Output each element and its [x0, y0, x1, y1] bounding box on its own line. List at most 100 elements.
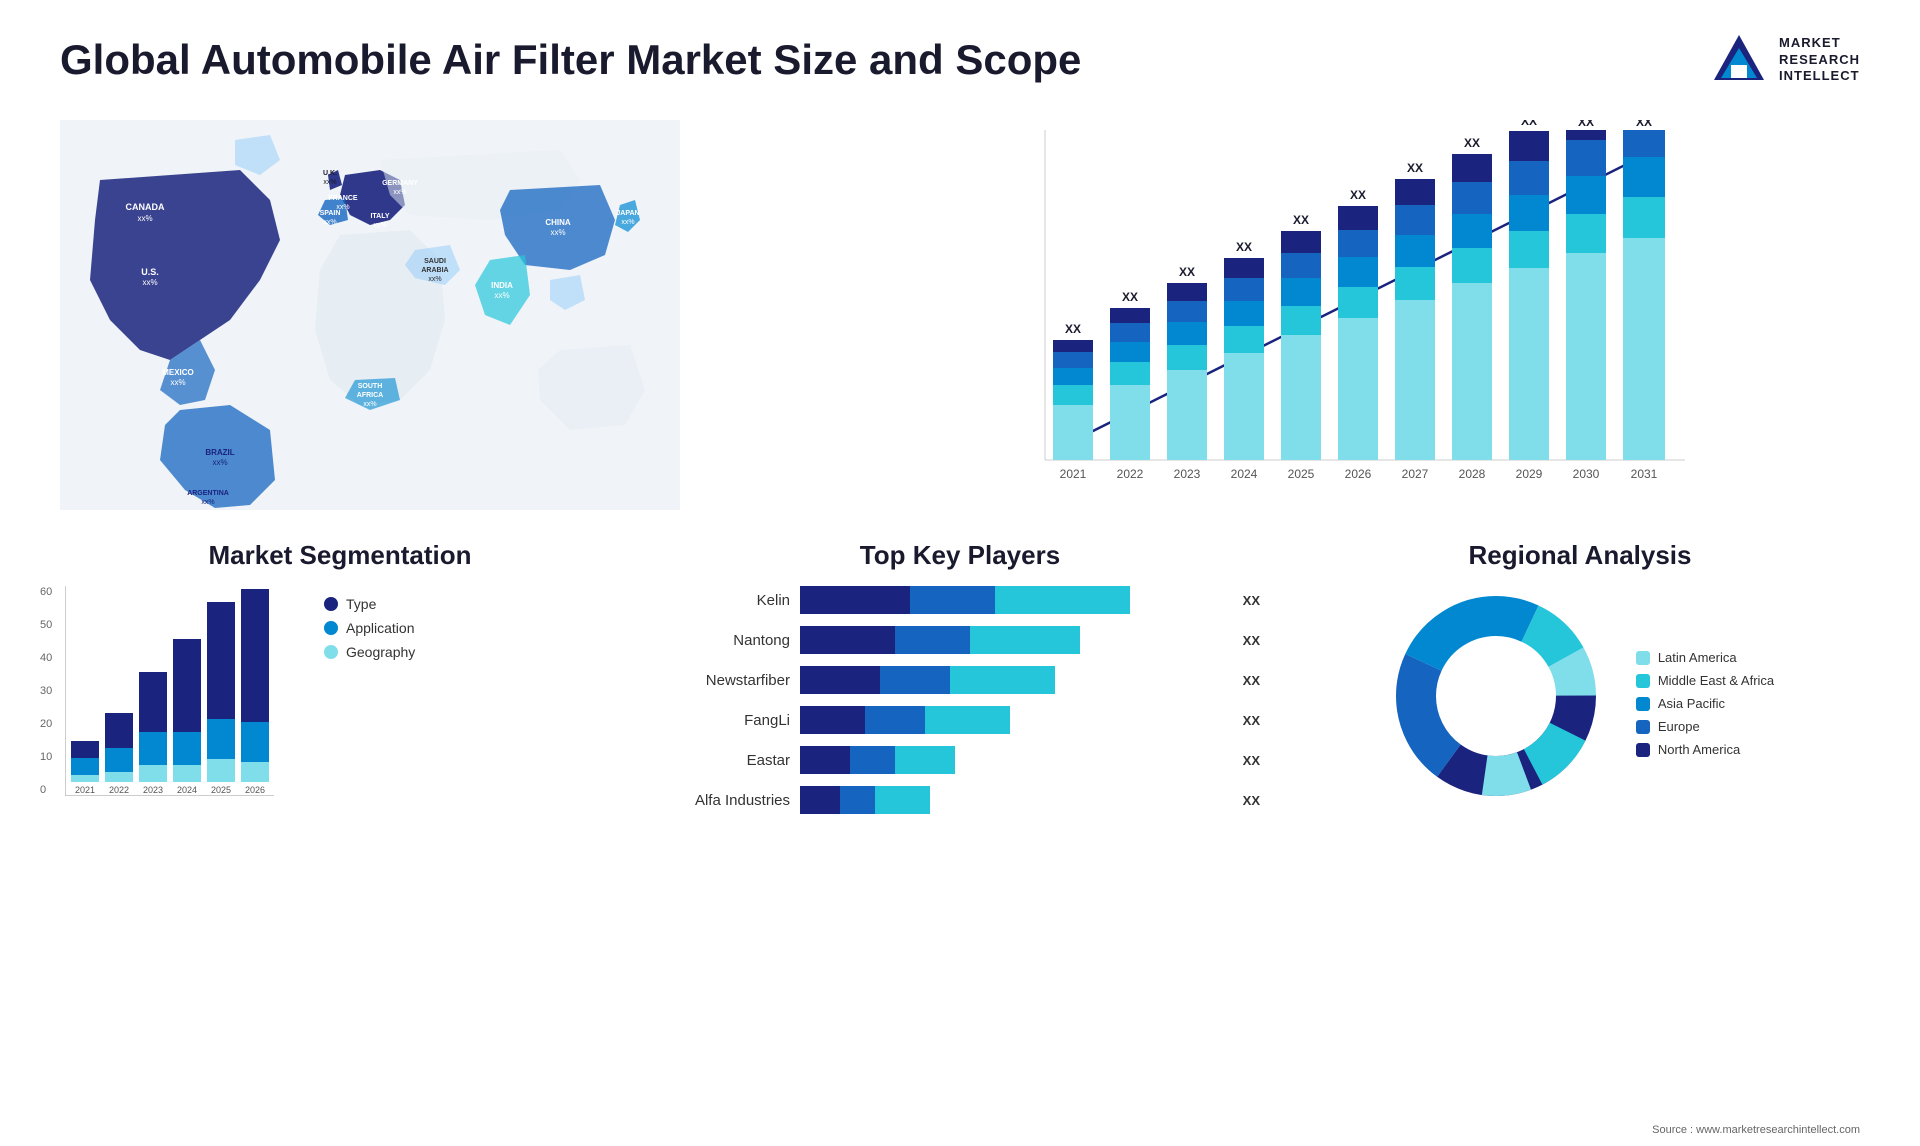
- player-row-fangli: FangLi XX: [660, 706, 1260, 734]
- alfa-bar-mid: [840, 786, 875, 814]
- legend-geography: Geography: [324, 644, 415, 660]
- alfa-bar-dark: [800, 786, 840, 814]
- svg-text:xx%: xx%: [142, 278, 157, 287]
- svg-text:XX: XX: [1350, 188, 1366, 202]
- svg-text:2023: 2023: [1174, 467, 1201, 481]
- svg-text:2021: 2021: [1060, 467, 1087, 481]
- svg-text:FRANCE: FRANCE: [328, 195, 357, 202]
- svg-text:xx%: xx%: [621, 219, 634, 226]
- kelin-bar-dark: [800, 586, 910, 614]
- header: Global Automobile Air Filter Market Size…: [0, 0, 1920, 110]
- seg-legend: Type Application Geography: [324, 596, 415, 796]
- svg-text:xx%: xx%: [212, 458, 227, 467]
- svg-text:xx%: xx%: [201, 499, 214, 506]
- newstar-bar-light: [950, 666, 1055, 694]
- svg-text:XX: XX: [1065, 322, 1081, 336]
- eastar-value: XX: [1243, 753, 1260, 768]
- player-row-newstarfiber: Newstarfiber XX: [660, 666, 1260, 694]
- svg-text:AFRICA: AFRICA: [357, 392, 383, 399]
- fangli-value: XX: [1243, 713, 1260, 728]
- svg-text:xx%: xx%: [393, 189, 406, 196]
- kelin-bar-light: [995, 586, 1130, 614]
- svg-text:U.K.: U.K.: [323, 170, 337, 177]
- svg-text:xx%: xx%: [363, 401, 376, 408]
- svg-text:GERMANY: GERMANY: [382, 180, 418, 187]
- svg-text:xx%: xx%: [550, 228, 565, 237]
- legend-middle-east-africa: Middle East & Africa: [1636, 673, 1774, 688]
- legend-dot-geography: [324, 645, 338, 659]
- player-row-eastar: Eastar XX: [660, 746, 1260, 774]
- eastar-bar-light: [895, 746, 955, 774]
- logo-text: MARKETRESEARCHINTELLECT: [1779, 35, 1860, 86]
- logo-icon: [1709, 30, 1769, 90]
- svg-text:SOUTH: SOUTH: [358, 383, 383, 390]
- key-players-title: Top Key Players: [660, 540, 1260, 571]
- svg-text:xx%: xx%: [428, 276, 441, 283]
- svg-text:2028: 2028: [1459, 467, 1486, 481]
- svg-text:U.S.: U.S.: [141, 267, 159, 277]
- svg-text:XX: XX: [1407, 161, 1423, 175]
- nantong-value: XX: [1243, 633, 1260, 648]
- donut-legend: Latin America Middle East & Africa Asia …: [1636, 650, 1774, 757]
- legend-north-america: North America: [1636, 742, 1774, 757]
- eastar-bar-dark: [800, 746, 850, 774]
- alfa-value: XX: [1243, 793, 1260, 808]
- legend-europe: Europe: [1636, 719, 1774, 734]
- regional-section: Regional Analysis: [1280, 540, 1880, 826]
- nantong-bar-dark: [800, 626, 895, 654]
- map-section: CANADA xx% U.S. xx% MEXICO xx% BRAZIL xx…: [40, 110, 945, 530]
- main-bar-chart: XX 2021 XX 2022 XX 2023: [995, 120, 1695, 520]
- svg-text:2025: 2025: [1288, 467, 1315, 481]
- legend-type: Type: [324, 596, 415, 612]
- fangli-bar-light: [925, 706, 1010, 734]
- svg-text:SAUDI: SAUDI: [424, 258, 446, 265]
- legend-dot-application: [324, 621, 338, 635]
- svg-text:XX: XX: [1636, 120, 1652, 129]
- legend-latin-america: Latin America: [1636, 650, 1774, 665]
- donut-chart: [1386, 586, 1606, 806]
- newstar-value: XX: [1243, 673, 1260, 688]
- legend-dot-type: [324, 597, 338, 611]
- svg-text:CANADA: CANADA: [126, 202, 165, 212]
- svg-text:JAPAN: JAPAN: [616, 210, 639, 217]
- nantong-bar-mid: [895, 626, 970, 654]
- svg-text:2029: 2029: [1516, 467, 1543, 481]
- segmentation-title: Market Segmentation: [40, 540, 640, 571]
- svg-text:XX: XX: [1179, 265, 1195, 279]
- svg-text:XX: XX: [1578, 120, 1594, 129]
- svg-text:INDIA: INDIA: [491, 281, 513, 290]
- svg-text:2031: 2031: [1631, 467, 1658, 481]
- svg-text:2024: 2024: [1231, 467, 1258, 481]
- svg-text:xx%: xx%: [323, 219, 336, 226]
- svg-text:xx%: xx%: [170, 378, 185, 387]
- world-map: CANADA xx% U.S. xx% MEXICO xx% BRAZIL xx…: [60, 120, 680, 510]
- regional-title: Regional Analysis: [1469, 540, 1692, 571]
- page-title: Global Automobile Air Filter Market Size…: [60, 36, 1081, 84]
- svg-text:2026: 2026: [1345, 467, 1372, 481]
- svg-text:xx%: xx%: [137, 214, 152, 223]
- key-players-section: Top Key Players Kelin XX Nantong XX News…: [660, 540, 1260, 826]
- svg-text:ARABIA: ARABIA: [421, 267, 448, 274]
- player-row-nantong: Nantong XX: [660, 626, 1260, 654]
- fangli-bar-dark: [800, 706, 865, 734]
- svg-text:2027: 2027: [1402, 467, 1429, 481]
- svg-text:MEXICO: MEXICO: [162, 368, 194, 377]
- bottom-row: Market Segmentation 0102030405060 2021: [0, 530, 1920, 836]
- logo: MARKETRESEARCHINTELLECT: [1709, 30, 1860, 90]
- svg-text:XX: XX: [1236, 240, 1252, 254]
- fangli-bar-mid: [865, 706, 925, 734]
- svg-text:ITALY: ITALY: [370, 213, 389, 220]
- player-row-kelin: Kelin XX: [660, 586, 1260, 614]
- alfa-bar-light: [875, 786, 930, 814]
- svg-text:CHINA: CHINA: [545, 218, 571, 227]
- newstar-bar-dark: [800, 666, 880, 694]
- svg-text:XX: XX: [1293, 213, 1309, 227]
- segmentation-section: Market Segmentation 0102030405060 2021: [40, 540, 640, 826]
- newstar-bar-mid: [880, 666, 950, 694]
- legend-application: Application: [324, 620, 415, 636]
- svg-text:BRAZIL: BRAZIL: [205, 448, 234, 457]
- bar-chart-section: XX 2021 XX 2022 XX 2023: [975, 110, 1880, 530]
- svg-text:XX: XX: [1122, 290, 1138, 304]
- svg-text:SPAIN: SPAIN: [320, 210, 341, 217]
- svg-text:ARGENTINA: ARGENTINA: [187, 490, 229, 497]
